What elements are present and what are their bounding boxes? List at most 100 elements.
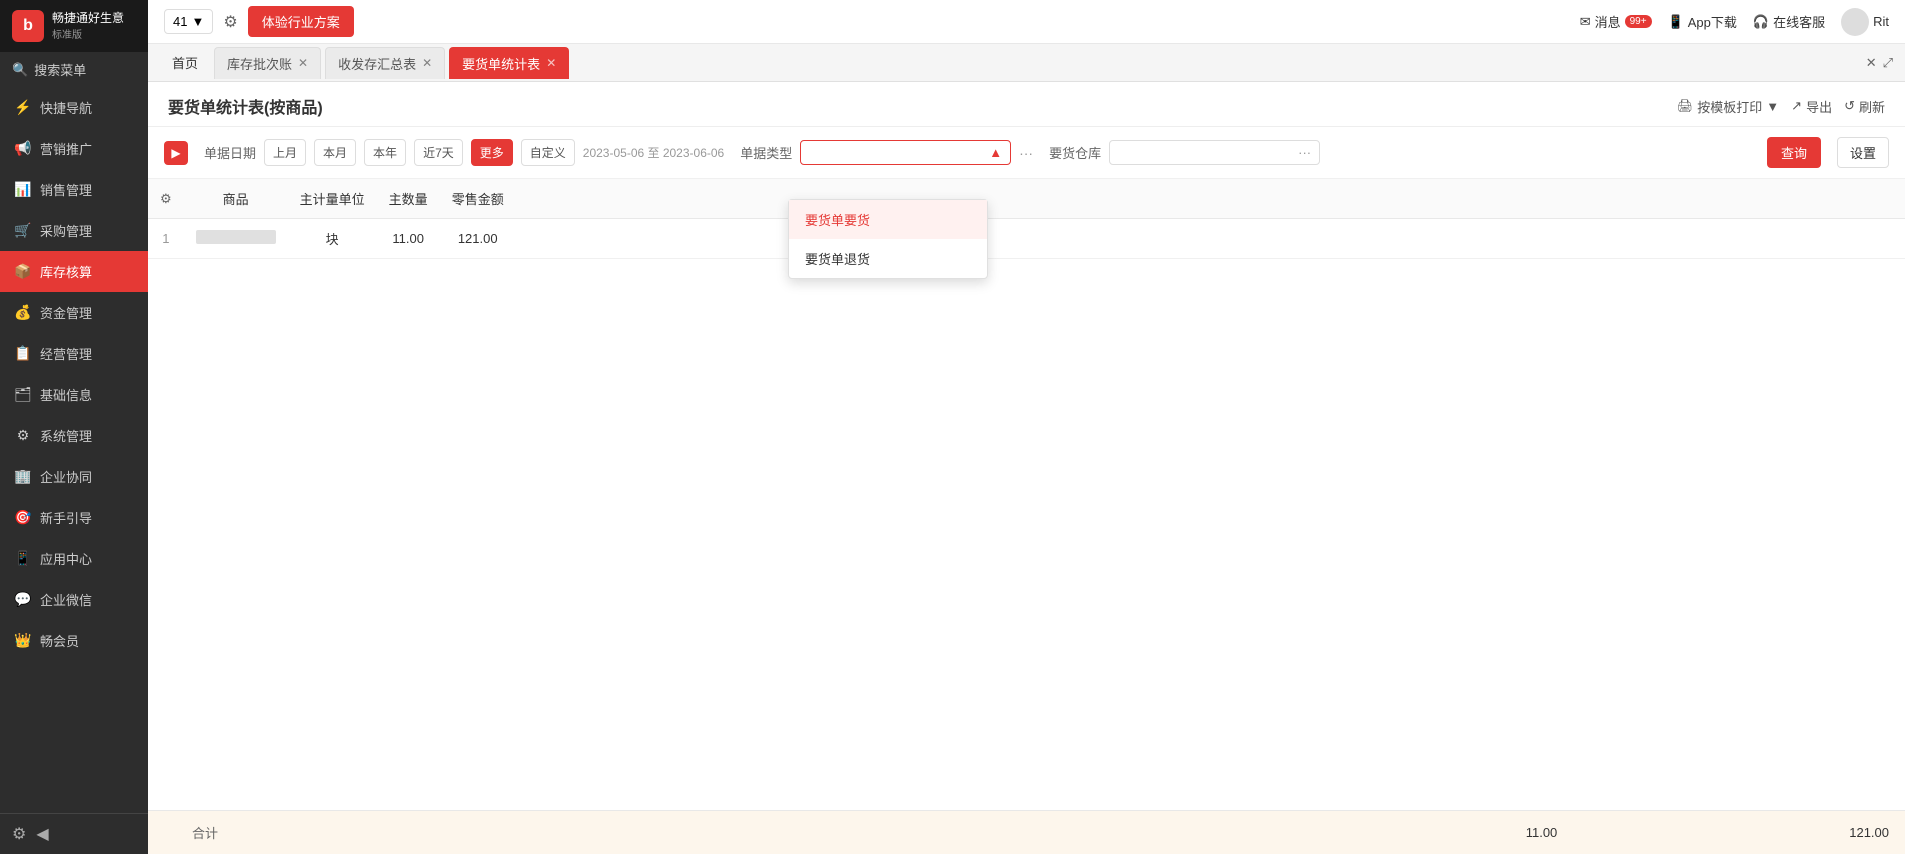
print-btn[interactable]: 🖨 按模板打印 ▼: [1677, 97, 1779, 116]
date-this-month-btn[interactable]: 本月: [314, 139, 356, 166]
date-prev-month-btn[interactable]: 上月: [264, 139, 306, 166]
requisition-order-label: 要货单要货: [805, 213, 870, 228]
warehouse-select[interactable]: ···: [1109, 140, 1320, 165]
company-selector[interactable]: 41 ▼: [164, 9, 213, 34]
table-body: 1 块 11.00 121.00: [148, 219, 1905, 259]
date-custom-btn[interactable]: 自定义: [521, 139, 575, 166]
warehouse-filter-group: 要货仓库 ···: [1049, 140, 1320, 165]
data-table: ⚙ 商品 主计量单位 主数量 零售金额 1: [148, 179, 1905, 259]
home-label: 首页: [172, 53, 198, 72]
sidebar-item-guide[interactable]: 🎯 新手引导: [0, 497, 148, 538]
print-icon: 🖨: [1677, 98, 1694, 114]
weixin-icon: 💬: [14, 591, 32, 609]
app-download-item[interactable]: 📱 App下载: [1668, 12, 1737, 31]
table-container: ⚙ 商品 主计量单位 主数量 零售金额 1: [148, 179, 1905, 810]
refresh-label: 刷新: [1859, 97, 1885, 116]
refresh-btn[interactable]: ↺ 刷新: [1844, 97, 1885, 116]
sidebar-item-inventory[interactable]: 📦 库存核算: [0, 251, 148, 292]
sidebar-search[interactable]: 🔍 搜索菜单: [0, 52, 148, 87]
filter-bar: ▶ 单据日期 上月 本月 本年 近7天 更多 自定义 2023-05-06 至 …: [148, 127, 1905, 179]
export-btn[interactable]: ↗ 导出: [1791, 97, 1832, 116]
selector-chevron-icon: ▼: [191, 14, 204, 29]
sidebar-item-operations[interactable]: 📋 经营管理: [0, 333, 148, 374]
quick-nav-label: 快捷导航: [40, 98, 92, 117]
date-filter-group: 单据日期 上月 本月 本年 近7天 更多 自定义 2023-05-06 至 20…: [204, 139, 724, 166]
footer-collapse-icon[interactable]: ◀: [36, 824, 48, 844]
page-header: 要货单统计表(按商品) 🖨 按模板打印 ▼ ↗ 导出 ↺ 刷新: [148, 82, 1905, 127]
warehouse-more-icon: ···: [1298, 145, 1311, 160]
date-7days-btn[interactable]: 近7天: [414, 139, 463, 166]
sidebar-item-system[interactable]: ⚙ 系统管理: [0, 415, 148, 456]
basic-label: 基础信息: [40, 385, 92, 404]
type-filter-label: 单据类型: [740, 143, 792, 162]
content-area: 要货单统计表(按商品) 🖨 按模板打印 ▼ ↗ 导出 ↺ 刷新 ▶: [148, 82, 1905, 854]
row-amount: 121.00: [440, 219, 516, 259]
sidebar-item-finance[interactable]: 💰 资金管理: [0, 292, 148, 333]
brand-name: 畅捷通好生意: [52, 11, 124, 27]
sidebar-item-marketing[interactable]: 📢 营销推广: [0, 128, 148, 169]
footer-amount-value: 121.00: [1849, 825, 1889, 840]
table-col-product: 商品: [184, 179, 288, 219]
basic-icon: 🗂: [14, 386, 32, 404]
refresh-icon: ↺: [1844, 98, 1855, 114]
row-unit: 块: [288, 219, 377, 259]
dropdown-item-requisition-order[interactable]: 要货单要货: [789, 200, 987, 239]
tabs-expand-icon[interactable]: ⤢: [1883, 55, 1893, 71]
settings-button[interactable]: 设置: [1837, 137, 1889, 168]
sidebar-item-quick-nav[interactable]: ⚡ 快捷导航: [0, 87, 148, 128]
footer-settings-icon[interactable]: ⚙: [12, 824, 26, 844]
sidebar-item-enterprise[interactable]: 🏢 企业协同: [0, 456, 148, 497]
tab-requisition-close-icon[interactable]: ✕: [546, 56, 556, 70]
filter-more-icon[interactable]: ···: [1019, 145, 1033, 161]
tab-summary[interactable]: 收发存汇总表 ✕: [325, 47, 445, 79]
search-label: 搜索菜单: [34, 60, 86, 79]
warehouse-filter-label: 要货仓库: [1049, 143, 1101, 162]
sidebar-nav: ⚡ 快捷导航 📢 营销推广 📊 销售管理 🛒 采购管理 📦 库存核算 💰 资金管…: [0, 87, 148, 813]
print-chevron-icon: ▼: [1766, 99, 1779, 114]
topbar-settings-icon[interactable]: ⚙: [223, 12, 237, 32]
tab-summary-close-icon[interactable]: ✕: [422, 56, 432, 70]
row-empty: [516, 219, 1905, 259]
type-select-wrapper[interactable]: ▲: [800, 140, 1011, 165]
trial-button[interactable]: 体验行业方案: [248, 6, 354, 37]
tabs-close-all-icon[interactable]: ✕: [1866, 55, 1877, 71]
table-col-unit: 主计量单位: [288, 179, 377, 219]
table-col-settings[interactable]: ⚙: [148, 179, 184, 219]
sidebar-item-weixin[interactable]: 💬 企业微信: [0, 579, 148, 620]
app-logo: b: [12, 10, 44, 42]
date-more-btn[interactable]: 更多: [471, 139, 513, 166]
purchase-icon: 🛒: [14, 222, 32, 240]
system-label: 系统管理: [40, 426, 92, 445]
batch-label: 库存批次账: [227, 54, 292, 73]
sidebar-item-basic[interactable]: 🗂 基础信息: [0, 374, 148, 415]
sidebar-item-purchase[interactable]: 🛒 采购管理: [0, 210, 148, 251]
table-header: ⚙ 商品 主计量单位 主数量 零售金额: [148, 179, 1905, 219]
enterprise-label: 企业协同: [40, 467, 92, 486]
product-placeholder: [196, 230, 276, 244]
dropdown-item-requisition-return[interactable]: 要货单退货: [789, 239, 987, 278]
warehouse-input[interactable]: [1118, 145, 1294, 160]
row-num: 1: [148, 219, 184, 259]
message-icon: ✉: [1580, 14, 1591, 30]
tab-requisition[interactable]: 要货单统计表 ✕: [449, 47, 569, 79]
type-select-input[interactable]: [809, 145, 985, 160]
sidebar-item-sales[interactable]: 📊 销售管理: [0, 169, 148, 210]
topbar-right: ✉ 消息 99+ 📱 App下载 🎧 在线客服 Rit: [1580, 8, 1889, 36]
sales-label: 销售管理: [40, 180, 92, 199]
query-button[interactable]: 查询: [1767, 137, 1821, 168]
filter-expand-button[interactable]: ▶: [164, 141, 188, 165]
sidebar-item-app-center[interactable]: 📱 应用中心: [0, 538, 148, 579]
service-icon: 🎧: [1753, 14, 1769, 30]
user-profile[interactable]: Rit: [1841, 8, 1889, 36]
finance-icon: 💰: [14, 304, 32, 322]
tab-home[interactable]: 首页: [160, 47, 210, 79]
table-gear-icon[interactable]: ⚙: [160, 191, 172, 206]
date-this-year-btn[interactable]: 本年: [364, 139, 406, 166]
footer-qty-value: 11.00: [1526, 825, 1558, 840]
table-col-qty: 主数量: [377, 179, 440, 219]
sidebar-item-member[interactable]: 👑 畅会员: [0, 620, 148, 661]
online-service-item[interactable]: 🎧 在线客服: [1753, 12, 1825, 31]
tab-batch[interactable]: 库存批次账 ✕: [214, 47, 321, 79]
tab-batch-close-icon[interactable]: ✕: [298, 56, 308, 70]
messages-item[interactable]: ✉ 消息 99+: [1580, 12, 1652, 31]
